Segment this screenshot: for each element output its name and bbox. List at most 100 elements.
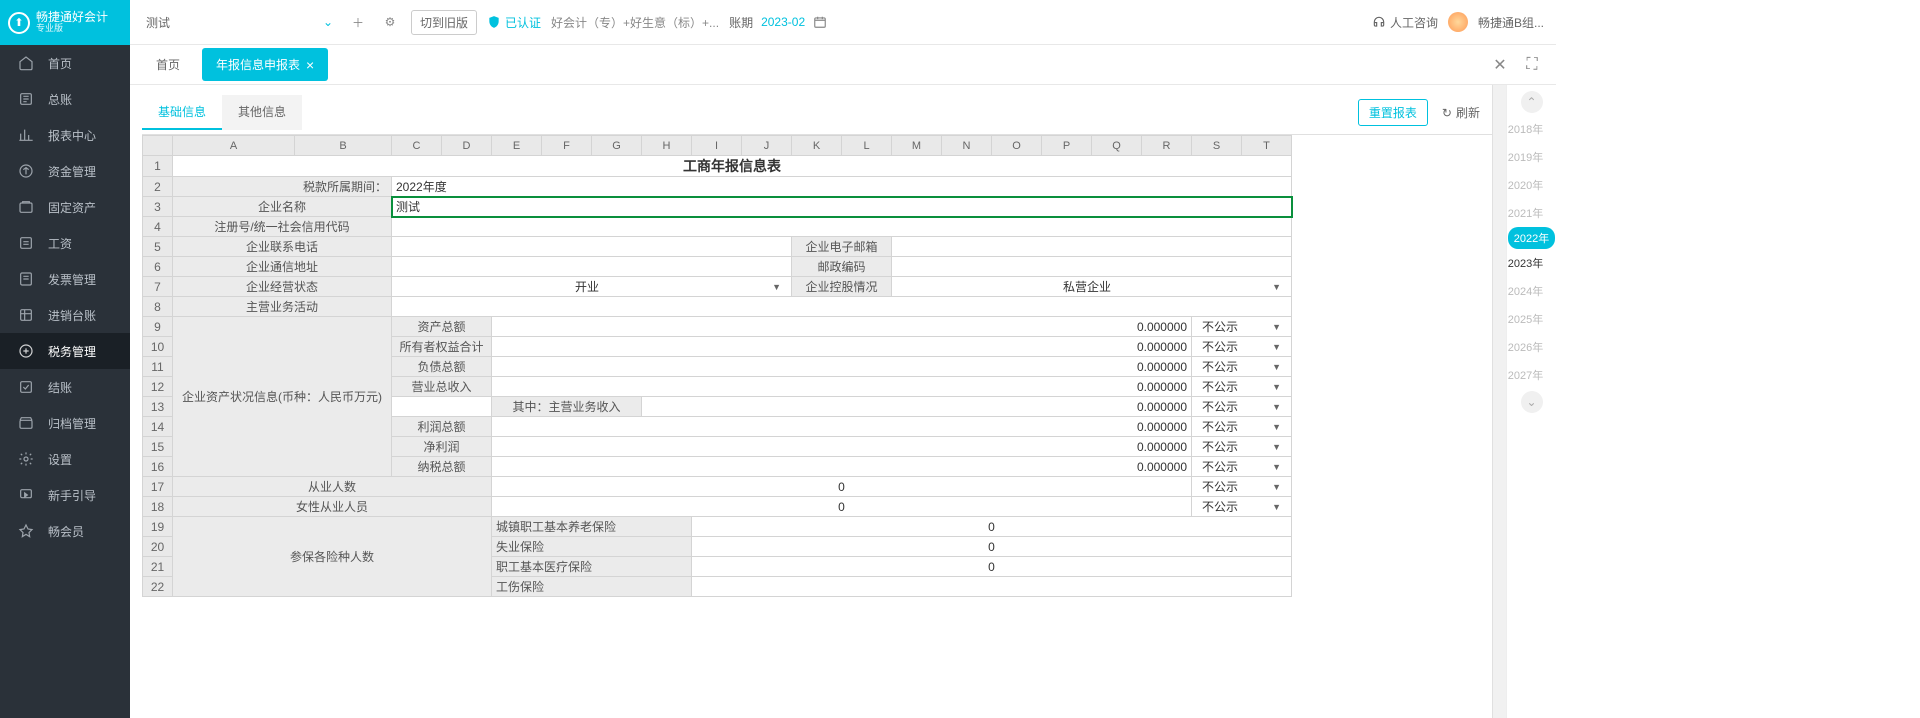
column-header[interactable]: B	[295, 136, 392, 156]
sidebar-item-guide[interactable]: 新手引导	[0, 477, 130, 513]
add-icon[interactable]: ＋	[347, 11, 369, 33]
old-version-button[interactable]: 切到旧版	[411, 10, 477, 35]
column-header[interactable]: F	[542, 136, 592, 156]
dropdown-cell[interactable]: 不公示▼	[1192, 357, 1292, 377]
sidebar-item-settings[interactable]: 设置	[0, 441, 130, 477]
year-option[interactable]: 2026年	[1508, 333, 1555, 361]
sidebar-item-salary[interactable]: 工资	[0, 225, 130, 261]
row-header[interactable]: 20	[143, 537, 173, 557]
column-header[interactable]: I	[692, 136, 742, 156]
row-header[interactable]: 14	[143, 417, 173, 437]
company-select[interactable]: 测试 ⌄	[142, 9, 337, 35]
year-option[interactable]: 2022年	[1508, 227, 1555, 249]
input-cell[interactable]	[392, 257, 792, 277]
tab-home[interactable]: 首页	[142, 48, 194, 81]
value-cell[interactable]: 0	[492, 477, 1192, 497]
value-cell[interactable]: 0	[692, 537, 1292, 557]
reset-button[interactable]: 重置报表	[1358, 99, 1428, 126]
close-icon[interactable]: ×	[306, 57, 314, 73]
row-header[interactable]: 18	[143, 497, 173, 517]
dropdown-cell[interactable]: 开业▼	[392, 277, 792, 297]
value-cell[interactable]: 0.000000	[642, 397, 1192, 417]
year-option[interactable]: 2018年	[1508, 115, 1555, 143]
column-header[interactable]: T	[1242, 136, 1292, 156]
value-cell[interactable]	[692, 577, 1292, 597]
row-header[interactable]: 13	[143, 397, 173, 417]
input-cell[interactable]	[392, 237, 792, 257]
row-header[interactable]: 22	[143, 577, 173, 597]
company-name-cell[interactable]: 测试	[392, 197, 1292, 217]
value-cell[interactable]: 0.000000	[492, 457, 1192, 477]
row-header[interactable]: 9	[143, 317, 173, 337]
value-cell[interactable]: 0.000000	[492, 317, 1192, 337]
row-header[interactable]: 10	[143, 337, 173, 357]
gear-icon[interactable]: ⚙	[379, 11, 401, 33]
value-cell[interactable]: 0.000000	[492, 357, 1192, 377]
dropdown-cell[interactable]: 不公示▼	[1192, 497, 1292, 517]
dropdown-cell[interactable]: 不公示▼	[1192, 457, 1292, 477]
year-option[interactable]: 2023年	[1508, 249, 1555, 277]
column-header[interactable]: K	[792, 136, 842, 156]
row-header[interactable]: 8	[143, 297, 173, 317]
row-header[interactable]: 16	[143, 457, 173, 477]
dropdown-cell[interactable]: 不公示▼	[1192, 417, 1292, 437]
row-header[interactable]: 19	[143, 517, 173, 537]
sidebar-item-reports[interactable]: 报表中心	[0, 117, 130, 153]
row-header[interactable]: 17	[143, 477, 173, 497]
column-header[interactable]: D	[442, 136, 492, 156]
dropdown-cell[interactable]: 不公示▼	[1192, 477, 1292, 497]
sidebar-item-archive[interactable]: 归档管理	[0, 405, 130, 441]
column-header[interactable]: J	[742, 136, 792, 156]
period-selector[interactable]: 账期 2023-02	[729, 14, 827, 31]
sidebar-item-ledger[interactable]: 总账	[0, 81, 130, 117]
sidebar-item-assets[interactable]: 固定资产	[0, 189, 130, 225]
sheet-tab-other[interactable]: 其他信息	[222, 95, 302, 130]
sidebar-item-closing[interactable]: 结账	[0, 369, 130, 405]
column-header[interactable]: N	[942, 136, 992, 156]
year-option[interactable]: 2019年	[1508, 143, 1555, 171]
corner-cell[interactable]	[143, 136, 173, 156]
refresh-button[interactable]: ↻ 刷新	[1442, 104, 1480, 121]
dropdown-cell[interactable]: 不公示▼	[1192, 317, 1292, 337]
column-header[interactable]: G	[592, 136, 642, 156]
dropdown-cell[interactable]: 不公示▼	[1192, 437, 1292, 457]
column-header[interactable]: A	[173, 136, 295, 156]
input-cell[interactable]	[392, 217, 1292, 237]
sidebar-item-inventory[interactable]: 进销台账	[0, 297, 130, 333]
row-header[interactable]: 5	[143, 237, 173, 257]
spreadsheet[interactable]: ABCDEFGHIJKLMNOPQRST 1工商年报信息表2税款所属期间：202…	[142, 134, 1492, 718]
row-header[interactable]: 2	[143, 177, 173, 197]
column-header[interactable]: M	[892, 136, 942, 156]
input-cell[interactable]	[392, 297, 1292, 317]
sidebar-item-tax[interactable]: 税务管理	[0, 333, 130, 369]
year-down-icon[interactable]: ⌄	[1521, 391, 1543, 413]
year-option[interactable]: 2020年	[1508, 171, 1555, 199]
input-cell[interactable]	[892, 237, 1292, 257]
sidebar-item-home[interactable]: 首页	[0, 45, 130, 81]
tab-annual-report[interactable]: 年报信息申报表 ×	[202, 48, 328, 81]
row-header[interactable]: 1	[143, 156, 173, 177]
column-header[interactable]: Q	[1092, 136, 1142, 156]
year-option[interactable]: 2021年	[1508, 199, 1555, 227]
column-header[interactable]: R	[1142, 136, 1192, 156]
value-cell[interactable]: 0.000000	[492, 377, 1192, 397]
column-header[interactable]: P	[1042, 136, 1092, 156]
column-header[interactable]: S	[1192, 136, 1242, 156]
column-header[interactable]: E	[492, 136, 542, 156]
year-up-icon[interactable]: ⌃	[1521, 91, 1543, 113]
column-header[interactable]: C	[392, 136, 442, 156]
value-cell[interactable]: 0.000000	[492, 337, 1192, 357]
dropdown-cell[interactable]: 私营企业▼	[892, 277, 1292, 297]
value-cell[interactable]: 0	[492, 497, 1192, 517]
sheet-tab-basic[interactable]: 基础信息	[142, 95, 222, 130]
scrollbar[interactable]	[1492, 85, 1506, 718]
input-cell[interactable]	[892, 257, 1292, 277]
row-header[interactable]: 4	[143, 217, 173, 237]
fullscreen-icon[interactable]: ⛶	[1520, 53, 1544, 77]
year-option[interactable]: 2024年	[1508, 277, 1555, 305]
column-header[interactable]: L	[842, 136, 892, 156]
row-header[interactable]: 6	[143, 257, 173, 277]
row-header[interactable]: 11	[143, 357, 173, 377]
dropdown-cell[interactable]: 不公示▼	[1192, 337, 1292, 357]
row-header[interactable]: 15	[143, 437, 173, 457]
